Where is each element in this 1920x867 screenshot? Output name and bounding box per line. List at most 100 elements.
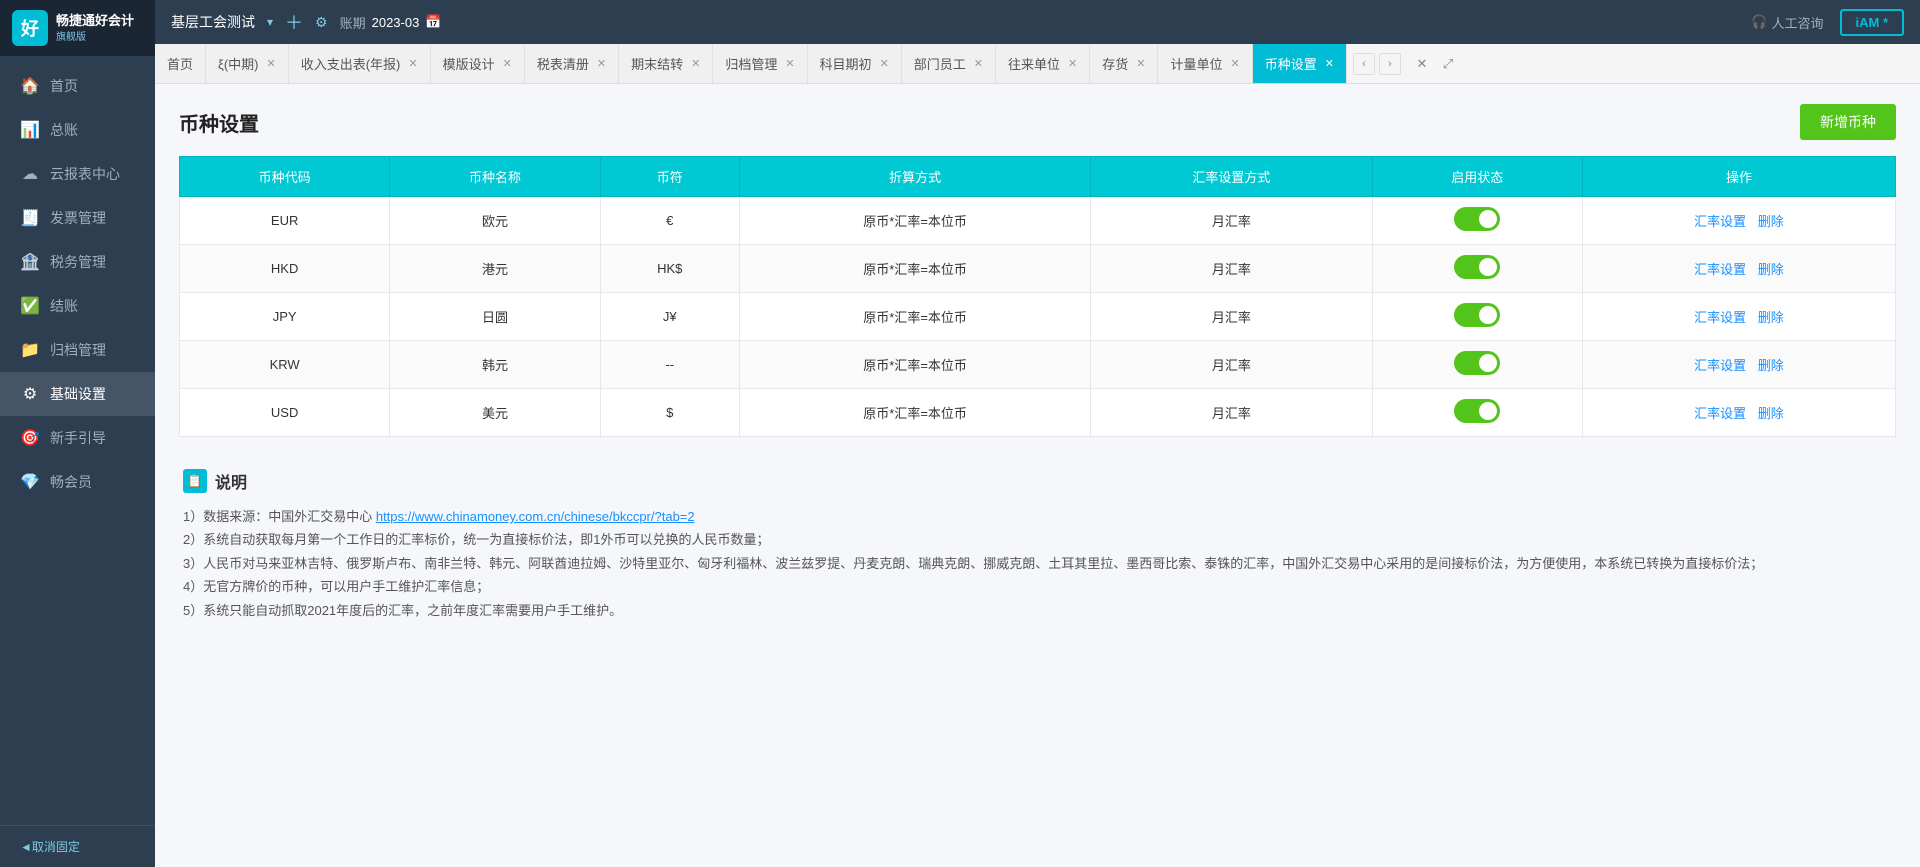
collapse-label: ◄取消固定 <box>20 838 80 855</box>
toggle-enabled[interactable] <box>1454 207 1500 231</box>
tab-close-icon[interactable]: ✕ <box>408 57 417 70</box>
tab-label: 期末结转 <box>631 54 683 73</box>
sidebar-item-label: 总账 <box>50 120 78 140</box>
toggle-enabled[interactable] <box>1454 351 1500 375</box>
tab-partner[interactable]: 往来单位 ✕ <box>996 44 1090 83</box>
rate-setting-link[interactable]: 汇率设置 <box>1694 406 1746 421</box>
tab-close-icon[interactable]: ✕ <box>880 57 889 70</box>
tab-currency[interactable]: 币种设置 ✕ <box>1253 44 1347 83</box>
table-row: USD 美元 $ 原币*汇率=本位币 月汇率 汇率设置 删除 <box>180 389 1896 437</box>
notes-title: 📋 说明 <box>183 469 1892 493</box>
rate-setting-link[interactable]: 汇率设置 <box>1694 214 1746 229</box>
page-title-row: 币种设置 新增币种 <box>179 104 1896 140</box>
tab-close-icon[interactable]: ✕ <box>1136 57 1145 70</box>
rate-setting-link[interactable]: 汇率设置 <box>1694 358 1746 373</box>
tab-subjects[interactable]: 科目期初 ✕ <box>808 44 902 83</box>
cell-calc: 原币*汇率=本位币 <box>739 245 1090 293</box>
tab-expand-button[interactable]: ⤢ <box>1437 53 1459 75</box>
tab-template[interactable]: 模版设计 ✕ <box>431 44 525 83</box>
tab-inventory[interactable]: 存货 ✕ <box>1090 44 1158 83</box>
logo-subtitle: 旗舰版 <box>56 28 134 43</box>
sidebar-item-settings[interactable]: ⚙ 基础设置 <box>0 372 155 416</box>
tab-label: 收入支出表(年报) <box>301 54 401 73</box>
headset-icon: 🎧 <box>1751 14 1767 30</box>
tab-unit[interactable]: 计量单位 ✕ <box>1158 44 1252 83</box>
tab-close-icon[interactable]: ✕ <box>1231 57 1240 70</box>
tab-close-icon[interactable]: ✕ <box>974 57 983 70</box>
tab-close-icon[interactable]: ✕ <box>1068 57 1077 70</box>
sidebar-footer-collapse[interactable]: ◄取消固定 <box>0 825 155 867</box>
notes-item: 5）系统只能自动抓取2021年度后的汇率，之前年度汇率需要用户手工维护。 <box>183 599 1892 622</box>
cell-code: KRW <box>180 341 390 389</box>
invoice-icon: 🧾 <box>20 208 40 228</box>
cell-symbol: -- <box>600 341 739 389</box>
tab-close-icon[interactable]: ✕ <box>691 57 700 70</box>
logo-icon: 好 <box>12 10 48 46</box>
table-row: KRW 韩元 -- 原币*汇率=本位币 月汇率 汇率设置 删除 <box>180 341 1896 389</box>
sidebar-item-tax[interactable]: 🏦 税务管理 <box>0 240 155 284</box>
logo-title: 畅捷通好会计 <box>56 13 134 29</box>
tab-close-icon[interactable]: ✕ <box>1325 57 1334 70</box>
tab-tax[interactable]: 税表清册 ✕ <box>525 44 619 83</box>
iamstar-button[interactable]: iAM * <box>1840 9 1905 36</box>
cell-symbol: J¥ <box>600 293 739 341</box>
tab-label: ξ(中期) <box>218 54 258 73</box>
tab-dept[interactable]: 部门员工 ✕ <box>902 44 996 83</box>
tab-nav-arrows: ‹ › <box>1347 44 1407 83</box>
checkout-icon: ✅ <box>20 296 40 316</box>
delete-link[interactable]: 删除 <box>1758 214 1784 229</box>
cell-rate-type: 月汇率 <box>1091 341 1372 389</box>
tab-close-icon[interactable]: ✕ <box>267 57 276 70</box>
col-header-symbol: 币符 <box>600 157 739 197</box>
archive-icon: 📁 <box>20 340 40 360</box>
tab-label: 首页 <box>167 54 193 73</box>
sidebar-item-ledger[interactable]: 📊 总账 <box>0 108 155 152</box>
sidebar-item-vip[interactable]: 💎 畅会员 <box>0 460 155 504</box>
col-header-name: 币种名称 <box>390 157 600 197</box>
tab-label: 往来单位 <box>1008 54 1060 73</box>
col-header-actions: 操作 <box>1582 157 1895 197</box>
cell-actions: 汇率设置 删除 <box>1582 341 1895 389</box>
cell-code: USD <box>180 389 390 437</box>
tab-close-icon[interactable]: ✕ <box>597 57 606 70</box>
customer-service-button[interactable]: 🎧 人工咨询 <box>1751 13 1823 32</box>
chinamoney-link[interactable]: https://www.chinamoney.com.cn/chinese/bk… <box>376 509 695 524</box>
tab-close-all-button[interactable]: ✕ <box>1411 53 1433 75</box>
delete-link[interactable]: 删除 <box>1758 310 1784 325</box>
rate-setting-link[interactable]: 汇率设置 <box>1694 310 1746 325</box>
cell-calc: 原币*汇率=本位币 <box>739 341 1090 389</box>
rate-setting-link[interactable]: 汇率设置 <box>1694 262 1746 277</box>
tab-prev-arrow[interactable]: ‹ <box>1353 53 1375 75</box>
tab-next-arrow[interactable]: › <box>1379 53 1401 75</box>
sidebar-item-home[interactable]: 🏠 首页 <box>0 64 155 108</box>
sidebar-item-checkout[interactable]: ✅ 结账 <box>0 284 155 328</box>
delete-link[interactable]: 删除 <box>1758 262 1784 277</box>
toggle-enabled[interactable] <box>1454 399 1500 423</box>
delete-link[interactable]: 删除 <box>1758 406 1784 421</box>
tab-label: 币种设置 <box>1265 54 1317 73</box>
sidebar-item-reports[interactable]: ☁ 云报表中心 <box>0 152 155 196</box>
tab-income[interactable]: 收入支出表(年报) ✕ <box>289 44 431 83</box>
toggle-enabled[interactable] <box>1454 255 1500 279</box>
tab-period[interactable]: ξ(中期) ✕ <box>206 44 289 83</box>
home-icon: 🏠 <box>20 76 40 96</box>
project-settings-icon[interactable]: ⚙ <box>315 14 328 31</box>
tab-actions: ✕ ⤢ <box>1407 44 1463 83</box>
tab-period-end[interactable]: 期末结转 ✕ <box>619 44 713 83</box>
tab-label: 模版设计 <box>443 54 495 73</box>
cell-name: 港元 <box>390 245 600 293</box>
new-currency-button[interactable]: 新增币种 <box>1800 104 1896 140</box>
cell-name: 欧元 <box>390 197 600 245</box>
sidebar-item-archive[interactable]: 📁 归档管理 <box>0 328 155 372</box>
tab-home[interactable]: 首页 <box>155 44 206 83</box>
sidebar-item-guide[interactable]: 🎯 新手引导 <box>0 416 155 460</box>
toggle-enabled[interactable] <box>1454 303 1500 327</box>
add-project-button[interactable]: ＋ <box>285 9 303 35</box>
delete-link[interactable]: 删除 <box>1758 358 1784 373</box>
sidebar-item-invoice[interactable]: 🧾 发票管理 <box>0 196 155 240</box>
tab-archive[interactable]: 归档管理 ✕ <box>713 44 807 83</box>
project-dropdown-icon[interactable]: ▾ <box>267 15 273 29</box>
tab-close-icon[interactable]: ✕ <box>503 57 512 70</box>
calendar-icon[interactable]: 📅 <box>425 14 441 30</box>
tab-close-icon[interactable]: ✕ <box>785 57 794 70</box>
